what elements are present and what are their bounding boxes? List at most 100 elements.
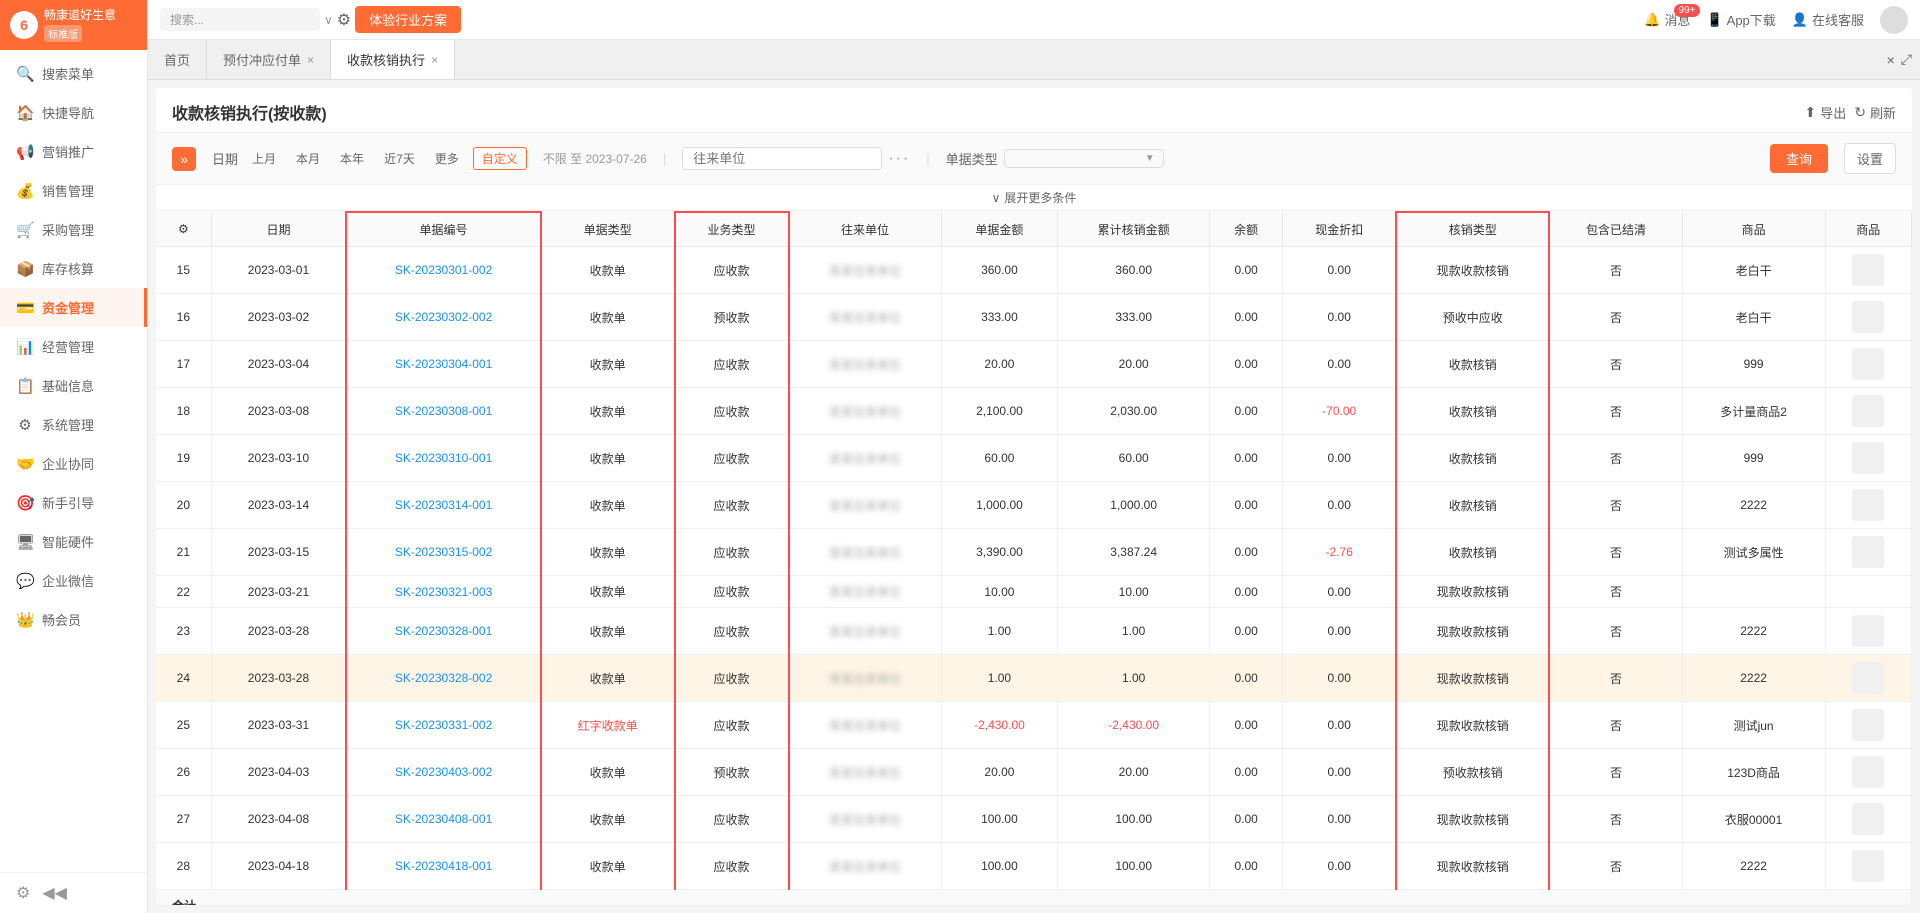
sidebar-item-3[interactable]: 💰销售管理	[0, 171, 147, 210]
table-row[interactable]: 202023-03-14SK-20230314-001收款单应收款某某往来单位1…	[156, 482, 1912, 529]
sidebar-settings-btn[interactable]: ⚙	[16, 883, 30, 903]
order-no-link-4[interactable]: SK-20230310-001	[395, 451, 492, 465]
sidebar-item-0[interactable]: 🔍搜索菜单	[0, 54, 147, 93]
sidebar-item-9[interactable]: ⚙系统管理	[0, 405, 147, 444]
tab-0[interactable]: 首页	[148, 40, 207, 79]
filter-date-option-4[interactable]: 更多	[427, 148, 467, 169]
order-no-link-6[interactable]: SK-20230315-002	[395, 545, 492, 559]
order-no-link-13[interactable]: SK-20230418-001	[395, 859, 492, 873]
table-row[interactable]: 222023-03-21SK-20230321-003收款单应收款某某往来单位1…	[156, 576, 1912, 608]
table-row[interactable]: 162023-03-02SK-20230302-002收款单预收款某某往来单位3…	[156, 294, 1912, 341]
sidebar-item-12[interactable]: 🖥智能硬件	[0, 522, 147, 561]
table-row[interactable]: 252023-03-31SK-20230331-002红字收款单应收款某某往来单…	[156, 702, 1912, 749]
tab-close-1[interactable]: ×	[307, 53, 314, 67]
order-no-link-5[interactable]: SK-20230314-001	[395, 498, 492, 512]
filter-settings-btn[interactable]: 设置	[1844, 143, 1896, 174]
row-goods-img-3	[1825, 388, 1911, 435]
tab-close-all-btn[interactable]: ×	[1887, 52, 1895, 68]
row-order-no-2[interactable]: SK-20230304-001	[346, 341, 541, 388]
topbar-search-input[interactable]: 搜索...	[160, 8, 320, 31]
topbar-dropdown-icon[interactable]: ∨	[324, 13, 333, 27]
sidebar-item-1[interactable]: 🏠快捷导航	[0, 93, 147, 132]
table-row[interactable]: 212023-03-15SK-20230315-002收款单应收款某某往来单位3…	[156, 529, 1912, 576]
sidebar-footer[interactable]: ⚙ ◀◀	[0, 872, 147, 913]
table-row[interactable]: 152023-03-01SK-20230301-002收款单应收款某某往来单位3…	[156, 247, 1912, 294]
sidebar-item-14[interactable]: 👑畅会员	[0, 600, 147, 639]
row-order-no-12[interactable]: SK-20230408-001	[346, 796, 541, 843]
table-row[interactable]: 172023-03-04SK-20230304-001收款单应收款某某往来单位2…	[156, 341, 1912, 388]
filter-counterpart-input[interactable]	[682, 147, 882, 170]
sidebar-item-8[interactable]: 📋基础信息	[0, 366, 147, 405]
order-no-link-7[interactable]: SK-20230321-003	[395, 585, 492, 599]
row-goods-img-5	[1825, 482, 1911, 529]
order-no-link-1[interactable]: SK-20230302-002	[395, 310, 492, 324]
tab-maximize-btn[interactable]: ⤢	[1901, 51, 1912, 68]
table-row[interactable]: 262023-04-03SK-20230403-002收款单预收款某某往来单位2…	[156, 749, 1912, 796]
table-row[interactable]: 192023-03-10SK-20230310-001收款单应收款某某往来单位6…	[156, 435, 1912, 482]
sidebar-label-14: 畅会员	[42, 610, 81, 629]
order-no-link-2[interactable]: SK-20230304-001	[395, 357, 492, 371]
row-order-no-13[interactable]: SK-20230418-001	[346, 843, 541, 890]
order-no-link-11[interactable]: SK-20230403-002	[395, 765, 492, 779]
topbar-online-service-btn[interactable]: 👤 在线客服	[1792, 10, 1864, 29]
sidebar-collapse-btn[interactable]: ◀◀	[42, 883, 67, 903]
row-counterpart-11: 某某往来单位	[789, 749, 941, 796]
sidebar-item-6[interactable]: 💳资金管理	[0, 288, 147, 327]
row-cancel-type-5: 收款核销	[1396, 482, 1549, 529]
row-settings-3: 18	[156, 388, 211, 435]
table-row[interactable]: 282023-04-18SK-20230418-001收款单应收款某某往来单位1…	[156, 843, 1912, 890]
row-order-no-10[interactable]: SK-20230331-002	[346, 702, 541, 749]
table-row[interactable]: 272023-04-08SK-20230408-001收款单应收款某某往来单位1…	[156, 796, 1912, 843]
order-no-link-12[interactable]: SK-20230408-001	[395, 812, 492, 826]
table-row[interactable]: 232023-03-28SK-20230328-001收款单应收款某某往来单位1…	[156, 608, 1912, 655]
sidebar-item-7[interactable]: 📊经营管理	[0, 327, 147, 366]
sidebar-item-4[interactable]: 🛒采购管理	[0, 210, 147, 249]
row-order-no-6[interactable]: SK-20230315-002	[346, 529, 541, 576]
tab-2[interactable]: 收款核销执行×	[331, 40, 455, 79]
export-btn[interactable]: ⬆ 导出	[1805, 103, 1847, 122]
row-order-no-4[interactable]: SK-20230310-001	[346, 435, 541, 482]
table-row[interactable]: 182023-03-08SK-20230308-001收款单应收款某某往来单位2…	[156, 388, 1912, 435]
expand-more-btn[interactable]: ∨ 展开更多条件	[992, 189, 1077, 206]
row-order-no-11[interactable]: SK-20230403-002	[346, 749, 541, 796]
row-order-no-8[interactable]: SK-20230328-001	[346, 608, 541, 655]
topbar-avatar[interactable]	[1880, 6, 1908, 34]
filter-date-option-2[interactable]: 本年	[332, 148, 372, 169]
topbar-industry-btn[interactable]: 体验行业方案	[355, 6, 461, 33]
topbar-right: 🔔 消息 99+ 📱 App下载 👤 在线客服	[1644, 6, 1908, 34]
sidebar-item-5[interactable]: 📦库存核算	[0, 249, 147, 288]
filter-toggle-btn[interactable]: »	[172, 147, 196, 171]
row-order-no-5[interactable]: SK-20230314-001	[346, 482, 541, 529]
filter-date-option-1[interactable]: 本月	[288, 148, 328, 169]
row-goods-10: 测试jun	[1682, 702, 1825, 749]
row-order-no-1[interactable]: SK-20230302-002	[346, 294, 541, 341]
filter-query-btn[interactable]: 查询	[1770, 144, 1828, 173]
sidebar-item-11[interactable]: 🎯新手引导	[0, 483, 147, 522]
row-order-no-3[interactable]: SK-20230308-001	[346, 388, 541, 435]
order-no-link-9[interactable]: SK-20230328-002	[395, 671, 492, 685]
order-no-link-3[interactable]: SK-20230308-001	[395, 404, 492, 418]
sidebar-item-13[interactable]: 💬企业微信	[0, 561, 147, 600]
topbar-app-download-btn[interactable]: 📱 App下载	[1706, 10, 1775, 29]
filter-receipt-type-select[interactable]: ▼	[1004, 149, 1164, 168]
filter-date-option-0[interactable]: 上月	[244, 148, 284, 169]
sidebar-item-10[interactable]: 🤝企业协同	[0, 444, 147, 483]
topbar-messages-btn[interactable]: 🔔 消息 99+	[1644, 10, 1690, 29]
filter-date-custom-btn[interactable]: 自定义	[473, 147, 527, 170]
refresh-btn[interactable]: ↻ 刷新	[1854, 103, 1896, 122]
order-no-link-10[interactable]: SK-20230331-002	[395, 718, 492, 732]
order-no-link-0[interactable]: SK-20230301-002	[395, 263, 492, 277]
filter-counterpart-dots[interactable]: ···	[888, 150, 910, 168]
sidebar-item-2[interactable]: 📢营销推广	[0, 132, 147, 171]
row-order-no-7[interactable]: SK-20230321-003	[346, 576, 541, 608]
row-goods-12: 衣服00001	[1682, 796, 1825, 843]
row-order-no-9[interactable]: SK-20230328-002	[346, 655, 541, 702]
row-order-no-0[interactable]: SK-20230301-002	[346, 247, 541, 294]
topbar-settings-icon[interactable]: ⚙	[337, 10, 351, 30]
tab-close-2[interactable]: ×	[431, 53, 438, 67]
filter-date-option-3[interactable]: 近7天	[376, 148, 423, 169]
tab-1[interactable]: 预付冲应付单×	[207, 40, 331, 79]
order-no-link-8[interactable]: SK-20230328-001	[395, 624, 492, 638]
table-row[interactable]: 242023-03-28SK-20230328-002收款单应收款某某往来单位1…	[156, 655, 1912, 702]
row-cash-discount-10: 0.00	[1283, 702, 1396, 749]
